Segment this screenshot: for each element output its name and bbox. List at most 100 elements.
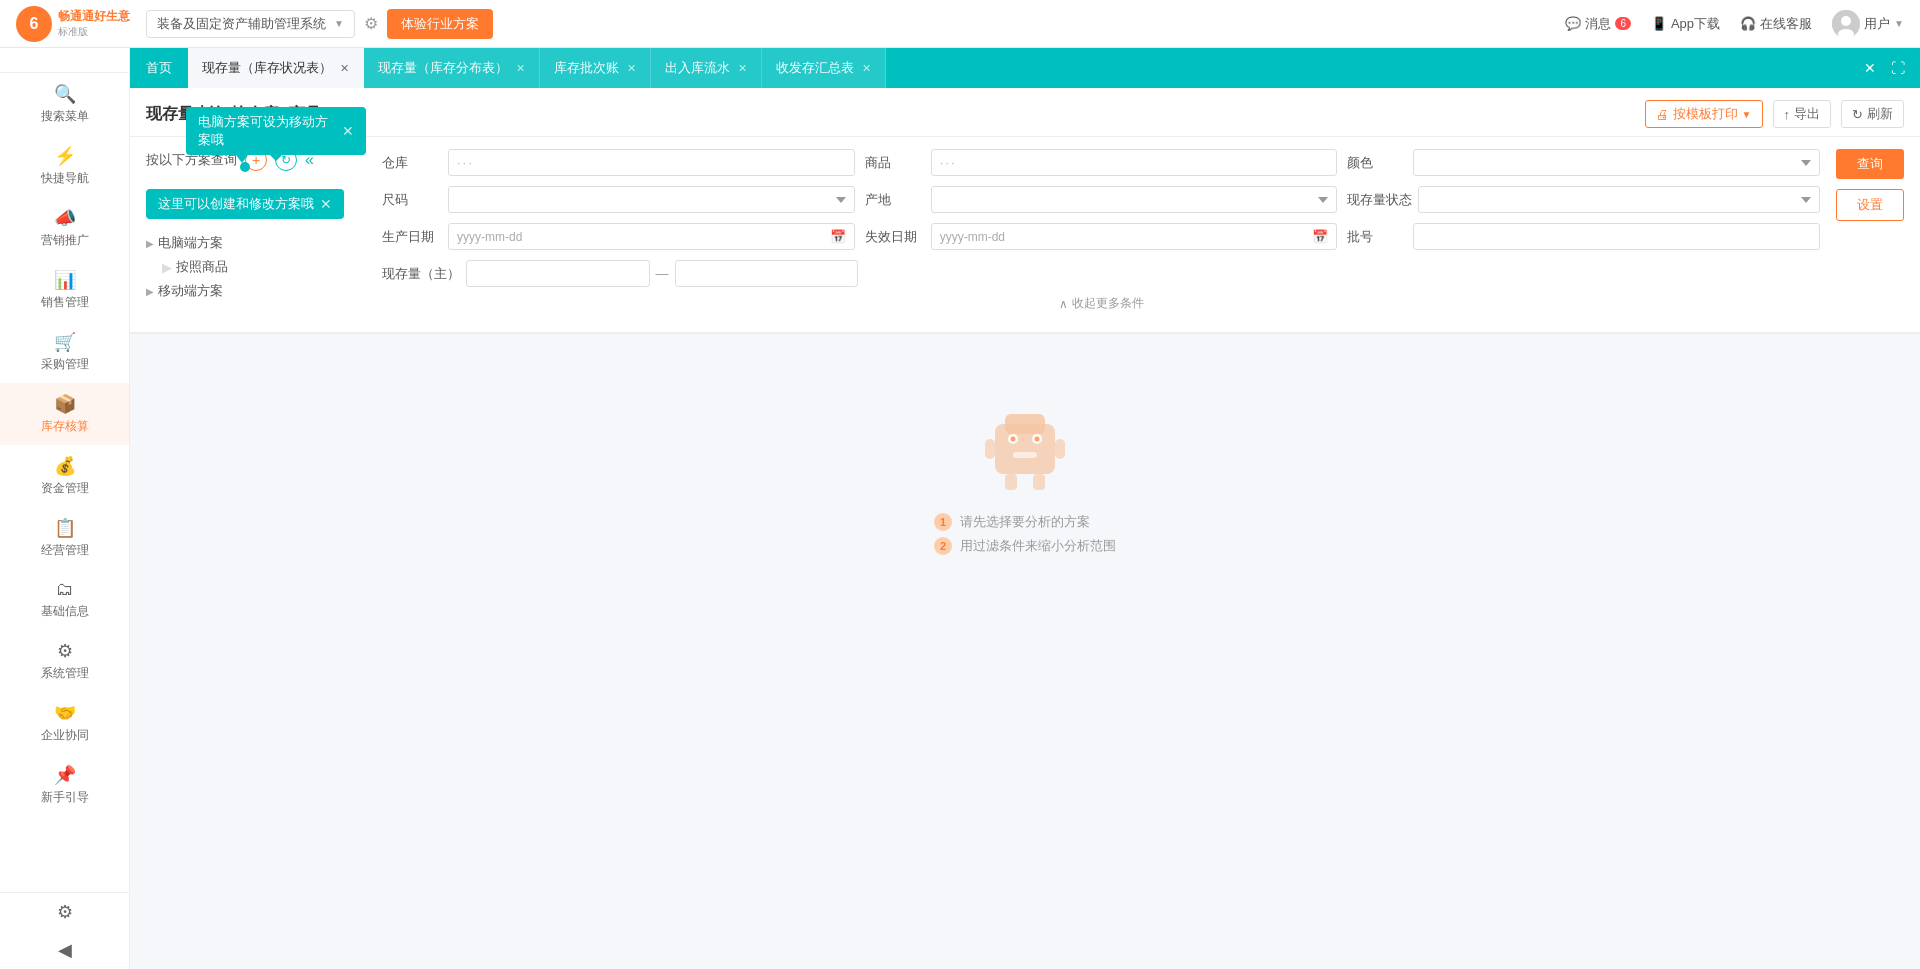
tab-close-all-button[interactable]: ✕ [1856,54,1884,82]
chevron-down-icon: ▼ [334,18,344,29]
sidebar-label: 库存核算 [41,418,89,435]
cart-icon: 🛒 [54,331,76,353]
sidebar-item-enterprise[interactable]: 🤝 企业协同 [0,692,129,754]
scheme-tree-pc[interactable]: ▶ 电脑端方案 [146,231,366,255]
sidebar-settings-button[interactable]: ⚙ [0,893,129,931]
tab-batch-ledger[interactable]: 库存批次账 ✕ [540,48,651,88]
export-icon: ↑ [1784,107,1791,122]
megaphone-icon: 📣 [54,207,76,229]
svg-point-9 [1011,437,1016,442]
tab-in-out-flow[interactable]: 出入库流水 ✕ [651,48,762,88]
color-label: 颜色 [1347,154,1407,172]
stock-qty-min-input[interactable] [466,260,650,287]
empty-illustration [975,394,1075,497]
size-select[interactable] [448,186,855,213]
gear-icon[interactable]: ⚙ [355,8,387,40]
sidebar-item-finance[interactable]: 💰 资金管理 [0,445,129,507]
warehouse-field: 仓库 ··· [382,149,855,176]
top-right-actions: 💬 消息 6 📱 App下载 🎧 在线客服 用户 ▼ [1565,10,1904,38]
step-2-label: 用过滤条件来缩小分析范围 [960,537,1116,555]
scheme-tree-mobile[interactable]: ▶ 移动端方案 [146,279,366,303]
tab-maximize-button[interactable]: ⛶ [1884,54,1912,82]
sidebar-item-operations[interactable]: 📋 经营管理 [0,507,129,569]
message-label: 消息 [1585,15,1611,33]
print-button[interactable]: 🖨 按模板打印 ▼ [1645,100,1763,128]
color-select[interactable] [1413,149,1820,176]
sidebar-item-baseinfo[interactable]: 🗂 基础信息 [0,569,129,630]
stock-status-field: 现存量状态 [1347,186,1820,213]
sidebar-label: 搜索菜单 [41,108,89,125]
prod-date-label: 生产日期 [382,228,442,246]
sidebar-item-system[interactable]: ⚙ 系统管理 [0,630,129,692]
experience-button[interactable]: 体验行业方案 [387,9,493,39]
batch-no-field: 批号 [1347,223,1820,250]
svg-rect-15 [1033,474,1045,490]
logo-brand: 畅通通好生意 [58,8,130,25]
svg-rect-11 [1013,452,1037,458]
product-input-wrapper[interactable]: ··· [931,149,1338,176]
stock-qty-max-input[interactable] [675,260,859,287]
scheme-edit-popup-text: 这里可以创建和修改方案哦 ✕ [146,189,344,219]
user-menu[interactable]: 用户 ▼ [1832,10,1904,38]
phone-icon: 📱 [1651,16,1667,31]
tab-inventory-dist[interactable]: 现存量（库存分布表） ✕ [364,48,540,88]
tab-close-icon[interactable]: ✕ [738,62,747,75]
tab-recv-summary[interactable]: 收发存汇总表 ✕ [762,48,886,88]
batch-no-label: 批号 [1347,228,1407,246]
sidebar-item-sales[interactable]: 📊 销售管理 [0,259,129,321]
tab-close-icon[interactable]: ✕ [862,62,871,75]
sidebar-logo [0,48,129,73]
sidebar-item-quick-nav[interactable]: ⚡ 快捷导航 [0,135,129,197]
reset-button[interactable]: 设置 [1836,189,1904,221]
exp-date-placeholder: yyyy-mm-dd [940,230,1005,244]
sidebar-item-guide[interactable]: 📌 新手引导 [0,754,129,816]
sidebar-label: 快捷导航 [41,170,89,187]
tab-close-icon[interactable]: ✕ [516,62,525,75]
sidebar-item-purchase[interactable]: 🛒 采购管理 [0,321,129,383]
tab-close-icon[interactable]: ✕ [340,62,349,75]
search-icon: 🔍 [54,83,76,105]
flash-icon: ⚡ [54,145,76,167]
sidebar-item-marketing[interactable]: 📣 营销推广 [0,197,129,259]
origin-select[interactable] [931,186,1338,213]
sidebar-label: 企业协同 [41,727,89,744]
filter-row-3: 生产日期 yyyy-mm-dd 📅 失效日期 [382,223,1820,250]
refresh-button[interactable]: ↻ 刷新 [1841,100,1904,128]
sidebar-bottom: ⚙ ◀ [0,892,129,969]
warehouse-dots: ··· [457,155,474,170]
scheme-edit-popup-close[interactable]: ✕ [320,196,332,212]
warehouse-input-wrapper[interactable]: ··· [448,149,855,176]
message-button[interactable]: 💬 消息 6 [1565,15,1631,33]
tab-close-icon[interactable]: ✕ [627,62,636,75]
export-button[interactable]: ↑ 导出 [1773,100,1832,128]
filter-fields: 仓库 ··· 商品 ··· [382,149,1820,320]
online-service-button[interactable]: 🎧 在线客服 [1740,15,1812,33]
stock-status-select[interactable] [1418,186,1820,213]
chart-icon: 📊 [54,269,76,291]
scheme-tree-pc-children: ▶ 按照商品 [146,255,366,279]
sidebar-label: 基础信息 [41,603,89,620]
stock-status-label: 现存量状态 [1347,191,1412,209]
tab-end-actions: ✕ ⛶ [1856,54,1920,82]
batch-no-input[interactable] [1413,223,1820,250]
tab-home[interactable]: 首页 [130,48,188,88]
app-download-button[interactable]: 📱 App下载 [1651,15,1720,33]
query-button[interactable]: 查询 [1836,149,1904,179]
prod-date-placeholder: yyyy-mm-dd [457,230,522,244]
svg-rect-13 [1055,439,1065,459]
empty-step-1: 1 请先选择要分析的方案 [934,513,1116,531]
logo-icon: 6 [16,6,52,42]
prod-date-input[interactable]: yyyy-mm-dd 📅 [448,223,855,250]
scheme-tree-pc-child-1[interactable]: ▶ 按照商品 [162,255,366,279]
system-selector[interactable]: 装备及固定资产辅助管理系统 ▼ [146,10,355,38]
filter-row-1: 仓库 ··· 商品 ··· [382,149,1820,176]
sidebar-collapse-button[interactable]: ◀ [0,931,129,969]
step-num-1: 1 [934,513,952,531]
sidebar-item-search-menu[interactable]: 🔍 搜索菜单 [0,73,129,135]
svg-rect-14 [1005,474,1017,490]
tab-inventory-status[interactable]: 现存量（库存状况表） ✕ [188,48,364,88]
exp-date-input[interactable]: yyyy-mm-dd 📅 [931,223,1338,250]
collapse-button[interactable]: ∧ 收起更多条件 [1059,295,1144,312]
scheme-popup-close[interactable]: ✕ [342,123,354,139]
sidebar-item-inventory[interactable]: 📦 库存核算 [0,383,129,445]
